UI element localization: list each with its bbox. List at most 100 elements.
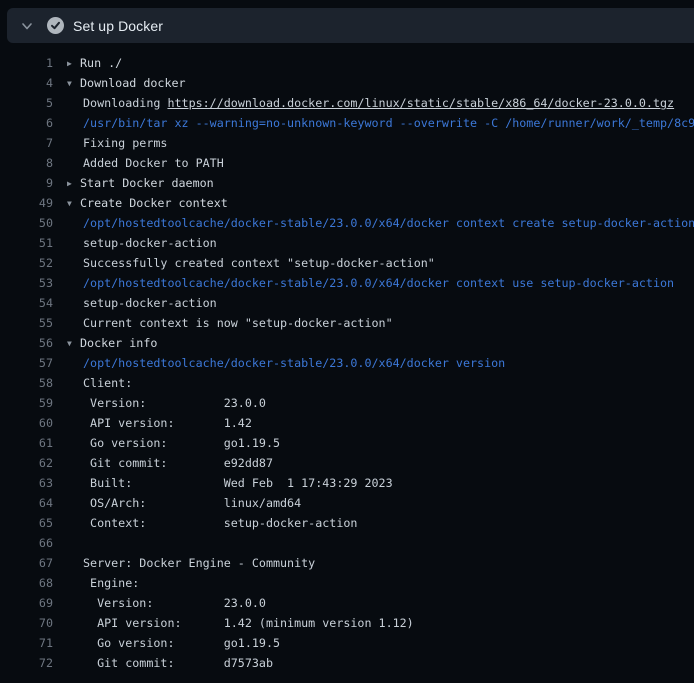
command-row: /opt/hostedtoolcache/docker-stable/23.0.… <box>64 356 505 370</box>
log-text: Git commit: d7573ab <box>83 656 273 670</box>
line-number[interactable]: 61 <box>0 436 53 450</box>
line-number[interactable]: 53 <box>0 276 53 290</box>
group-collapsed-toggle-icon[interactable]: ▶ <box>64 179 80 188</box>
line-number[interactable]: 55 <box>0 316 53 330</box>
group-title[interactable]: Run ./ <box>80 56 122 70</box>
group-title[interactable]: Create Docker context <box>80 196 228 210</box>
line-number[interactable]: 60 <box>0 416 53 430</box>
line-number[interactable]: 1 <box>0 56 53 70</box>
line-number[interactable]: 7 <box>0 136 53 150</box>
command-text: /opt/hostedtoolcache/docker-stable/23.0.… <box>83 276 674 290</box>
line-number[interactable]: 56 <box>0 336 53 350</box>
line-number[interactable]: 65 <box>0 516 53 530</box>
log-text: OS/Arch: linux/amd64 <box>83 496 301 510</box>
line-number[interactable]: 63 <box>0 476 53 490</box>
log-line: 9 ▶Start Docker daemon <box>0 173 694 193</box>
log-text: Current context is now "setup-docker-act… <box>83 316 393 330</box>
group-expanded-toggle-icon[interactable]: ▼ <box>64 199 80 208</box>
line-number[interactable]: 68 <box>0 576 53 590</box>
log-text: Engine: <box>83 576 139 590</box>
line-number[interactable]: 54 <box>0 296 53 310</box>
log-line: 63 Built: Wed Feb 1 17:43:29 2023 <box>0 473 694 493</box>
group-title[interactable]: Start Docker daemon <box>80 176 214 190</box>
command-text: /usr/bin/tar xz --warning=no-unknown-key… <box>83 116 694 130</box>
line-number[interactable]: 70 <box>0 616 53 630</box>
line-number[interactable]: 62 <box>0 456 53 470</box>
group-title[interactable]: Docker info <box>80 336 157 350</box>
line-number[interactable]: 52 <box>0 256 53 270</box>
log-line: 65 Context: setup-docker-action <box>0 513 694 533</box>
text-row: Built: Wed Feb 1 17:43:29 2023 <box>64 476 393 490</box>
log-line: 8Added Docker to PATH <box>0 153 694 173</box>
text-row: API version: 1.42 <box>64 416 252 430</box>
group-collapsed-toggle-icon[interactable]: ▶ <box>64 59 80 68</box>
line-number[interactable]: 71 <box>0 636 53 650</box>
line-number[interactable]: 50 <box>0 216 53 230</box>
log-line: 70 API version: 1.42 (minimum version 1.… <box>0 613 694 633</box>
text-row: Successfully created context "setup-dock… <box>64 256 435 270</box>
log-line: 1 ▶Run ./ <box>0 53 694 73</box>
group-row: ▼Download docker <box>64 76 186 90</box>
log-text: Go version: go1.19.5 <box>83 436 280 450</box>
text-row: Go version: go1.19.5 <box>64 436 280 450</box>
line-number[interactable]: 67 <box>0 556 53 570</box>
log-text: Downloading <box>83 96 167 110</box>
log-line: 72 Git commit: d7573ab <box>0 653 694 673</box>
line-number[interactable]: 6 <box>0 116 53 130</box>
log-line: 56 ▼Docker info <box>0 333 694 353</box>
command-row: /opt/hostedtoolcache/docker-stable/23.0.… <box>64 276 674 290</box>
group-expanded-toggle-icon[interactable]: ▼ <box>64 339 80 348</box>
chevron-down-icon[interactable] <box>17 19 37 33</box>
line-number[interactable]: 66 <box>0 536 53 550</box>
log-line: 53/opt/hostedtoolcache/docker-stable/23.… <box>0 273 694 293</box>
log-text: API version: 1.42 (minimum version 1.12) <box>83 616 414 630</box>
line-number[interactable]: 64 <box>0 496 53 510</box>
line-number[interactable]: 69 <box>0 596 53 610</box>
line-number[interactable]: 58 <box>0 376 53 390</box>
log-line: 52 Successfully created context "setup-do… <box>0 253 694 273</box>
line-number[interactable]: 51 <box>0 236 53 250</box>
log-line: 58Client: <box>0 373 694 393</box>
text-row: Version: 23.0.0 <box>64 596 266 610</box>
text-row: setup-docker-action <box>64 296 217 310</box>
step-title: Set up Docker <box>73 18 163 34</box>
log-line: 68 Engine: <box>0 573 694 593</box>
group-row: ▶Start Docker daemon <box>64 176 214 190</box>
line-number[interactable]: 49 <box>0 196 53 210</box>
line-number[interactable]: 5 <box>0 96 53 110</box>
log-line: 62 Git commit: e92dd87 <box>0 453 694 473</box>
log-line: 6/usr/bin/tar xz --warning=no-unknown-ke… <box>0 113 694 133</box>
log-line: 51 setup-docker-action <box>0 233 694 253</box>
log-text: Version: 23.0.0 <box>83 396 266 410</box>
log-line: 54 setup-docker-action <box>0 293 694 313</box>
line-number[interactable]: 4 <box>0 76 53 90</box>
line-number[interactable]: 8 <box>0 156 53 170</box>
text-row: Current context is now "setup-docker-act… <box>64 316 393 330</box>
log-line: 5 Downloading https://download.docker.com… <box>0 93 694 113</box>
step-header[interactable]: Set up Docker <box>7 8 694 43</box>
log-text: Git commit: e92dd87 <box>83 456 273 470</box>
command-text: /opt/hostedtoolcache/docker-stable/23.0.… <box>83 216 694 230</box>
log-text: API version: 1.42 <box>83 416 252 430</box>
log-line: 7 Fixing perms <box>0 133 694 153</box>
log-text: Fixing perms <box>83 136 167 150</box>
group-row: ▶Run ./ <box>64 56 122 70</box>
log-line: 64 OS/Arch: linux/amd64 <box>0 493 694 513</box>
line-number[interactable]: 57 <box>0 356 53 370</box>
text-row: Git commit: e92dd87 <box>64 456 273 470</box>
log-text: setup-docker-action <box>83 296 217 310</box>
log-line: 55 Current context is now "setup-docker-a… <box>0 313 694 333</box>
log-text: setup-docker-action <box>83 236 217 250</box>
line-number[interactable]: 9 <box>0 176 53 190</box>
text-row: Git commit: d7573ab <box>64 656 273 670</box>
log-area: 1▶Run ./4▼Download docker5Downloading ht… <box>0 43 694 683</box>
group-expanded-toggle-icon[interactable]: ▼ <box>64 79 80 88</box>
line-number[interactable]: 59 <box>0 396 53 410</box>
log-line: 4 ▼Download docker <box>0 73 694 93</box>
text-row: Version: 23.0.0 <box>64 396 266 410</box>
text-row: Context: setup-docker-action <box>64 516 357 530</box>
log-url-link[interactable]: https://download.docker.com/linux/static… <box>167 96 674 110</box>
text-row: OS/Arch: linux/amd64 <box>64 496 301 510</box>
line-number[interactable]: 72 <box>0 656 53 670</box>
group-title[interactable]: Download docker <box>80 76 186 90</box>
